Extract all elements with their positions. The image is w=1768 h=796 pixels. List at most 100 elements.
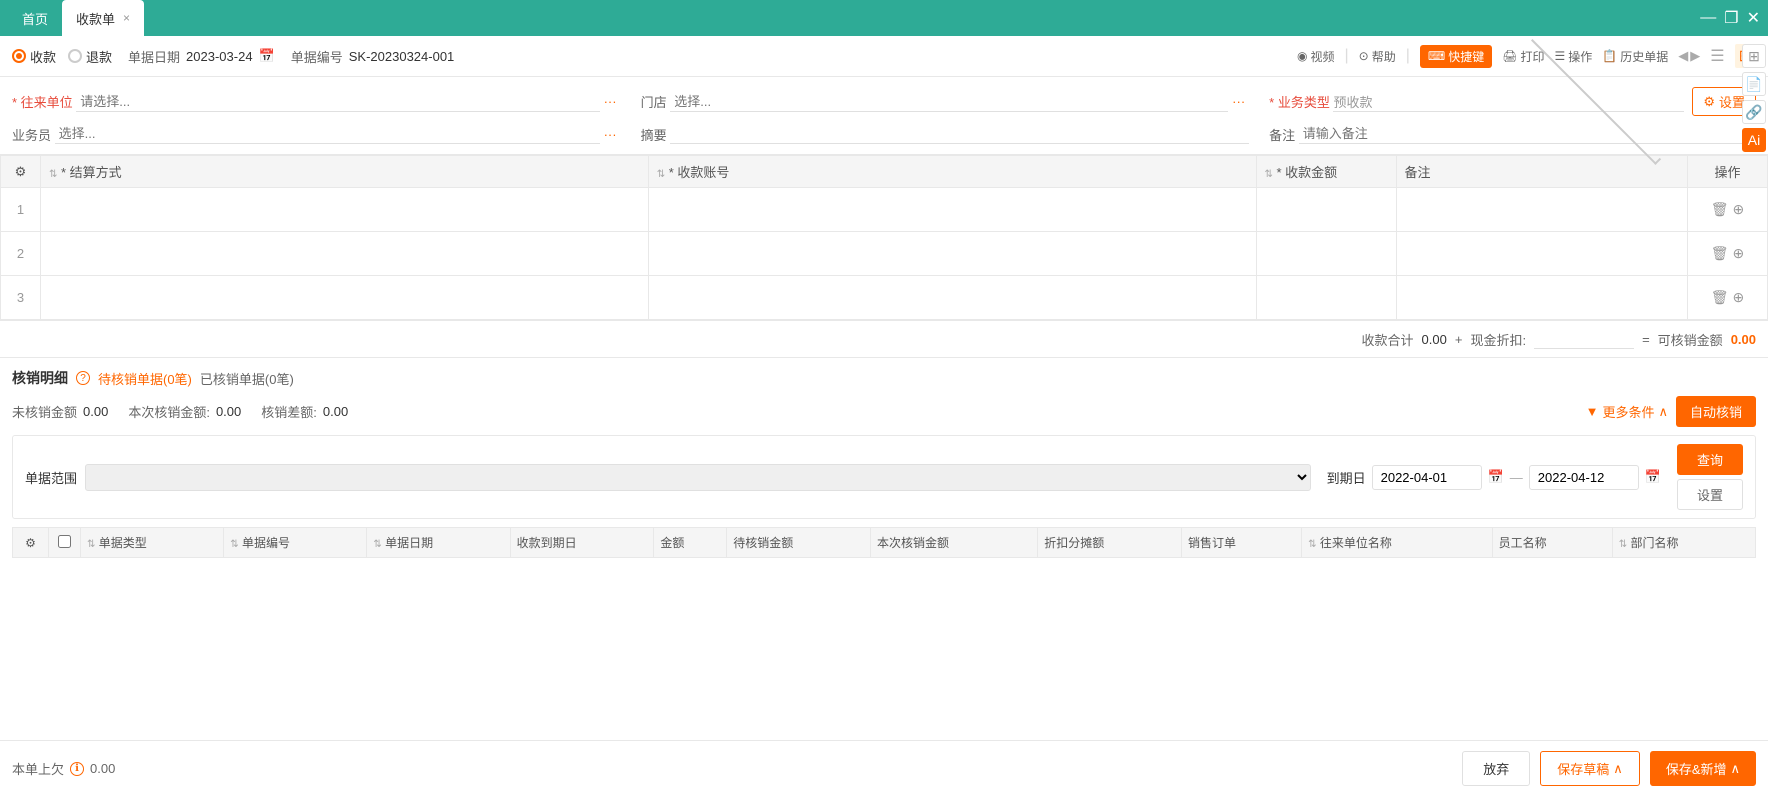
btcol-staff-label: 员工名称: [1499, 536, 1547, 550]
settings-button[interactable]: 设置: [1677, 479, 1743, 510]
partner-ellipsis-btn[interactable]: ···: [600, 94, 621, 109]
col-remarks-header: 备注: [1396, 156, 1688, 188]
footer-info-icon[interactable]: ℹ: [70, 762, 84, 776]
help-btn[interactable]: ⊙ 帮助: [1359, 48, 1396, 65]
radio-refund[interactable]: 退款: [68, 47, 112, 66]
next-arrow[interactable]: ▶: [1690, 48, 1700, 64]
form-row-2: 业务员 ··· 摘要 备注: [12, 124, 1756, 144]
operation-label: 操作: [1568, 48, 1592, 65]
biz-type-dropdown[interactable]: 预收款: [1333, 92, 1684, 112]
list-view-icon[interactable]: ☰: [1710, 46, 1724, 66]
table-area: ⚙ ⇅ * 结算方式 ⇅ * 收款账号 ⇅ * 收款金额: [0, 155, 1768, 321]
done-tab-link[interactable]: 已核销单据(0笔): [200, 369, 294, 388]
sidebar-ai-icon[interactable]: Ai: [1742, 128, 1766, 152]
summary-input[interactable]: [670, 124, 1249, 144]
history-btn[interactable]: 📋 历史单据: [1602, 48, 1668, 65]
minimize-icon[interactable]: —: [1700, 9, 1716, 27]
date-to-input[interactable]: [1529, 465, 1639, 490]
save-draft-button[interactable]: 保存草稿 ∧: [1540, 751, 1640, 786]
btcol-current-label: 本次核销金额: [877, 536, 949, 550]
reconcile-title: 核销明细: [12, 368, 68, 388]
row-1-account[interactable]: [648, 188, 1256, 232]
row-2-remarks[interactable]: [1396, 232, 1688, 276]
range-label: 单据范围: [25, 468, 77, 487]
row-2-account[interactable]: [648, 232, 1256, 276]
restore-icon[interactable]: ❐: [1724, 8, 1738, 28]
footer-actions: 放弃 保存草稿 ∧ 保存&新增 ∧: [1462, 751, 1756, 786]
btcol-setting-icon: ⚙: [25, 536, 36, 550]
row-3-account[interactable]: [648, 276, 1256, 320]
row-num-3: 3: [1, 276, 41, 320]
btcol-amount-label: 金额: [660, 536, 684, 550]
row-3-remarks[interactable]: [1396, 276, 1688, 320]
form-area: * 往来单位 ··· 门店 ··· * 业务类型 预收款 ⚙: [0, 77, 1768, 155]
store-input[interactable]: [670, 92, 1228, 112]
row-1-delete-icon[interactable]: 🗑: [1711, 201, 1729, 218]
store-ellipsis-btn[interactable]: ···: [1228, 94, 1249, 109]
sum-row: 收款合计 0.00 + 现金折扣: = 可核销金额 0.00: [0, 321, 1768, 358]
due-date-field: 到期日 📅 — 📅: [1327, 465, 1661, 490]
row-3-settlement[interactable]: [41, 276, 649, 320]
abandon-button[interactable]: 放弃: [1462, 751, 1530, 786]
row-2-amount[interactable]: [1256, 232, 1396, 276]
calendar-icon[interactable]: 📅: [259, 48, 275, 64]
sidebar-doc-icon[interactable]: 📄: [1742, 72, 1766, 96]
row-1-amount[interactable]: [1256, 188, 1396, 232]
btcol-setting-header[interactable]: ⚙: [13, 528, 49, 558]
print-btn[interactable]: 🖨 打印: [1502, 48, 1544, 65]
toolbar: 收款 退款 单据日期 2023-03-24 📅 单据编号 SK-20230324…: [0, 36, 1768, 77]
remarks-input[interactable]: [1299, 124, 1756, 144]
table-row: 3 🗑 ⊕: [1, 276, 1768, 320]
collect-total-label: 收款合计: [1362, 330, 1414, 349]
btcol-type-label: 单据类型: [99, 536, 147, 550]
video-btn[interactable]: ◉ 视频: [1297, 48, 1335, 65]
close-window-icon[interactable]: ✕: [1747, 8, 1760, 28]
col-setting-header[interactable]: ⚙: [1, 156, 41, 188]
staff-input[interactable]: [55, 124, 600, 144]
btcol-due-date-header: 收款到期日: [510, 528, 654, 558]
btcol-staff-header: 员工名称: [1492, 528, 1612, 558]
save-draft-label: 保存草稿: [1557, 759, 1609, 778]
btcol-discount-header: 折扣分摊额: [1038, 528, 1182, 558]
row-1-remarks[interactable]: [1396, 188, 1688, 232]
row-2-settlement[interactable]: [41, 232, 649, 276]
prev-arrow[interactable]: ◀: [1678, 48, 1688, 64]
tab-home[interactable]: 首页: [8, 0, 62, 36]
reconcile-info-icon[interactable]: ?: [76, 371, 90, 385]
btcol-sales-header: 销售订单: [1182, 528, 1302, 558]
close-tab-icon[interactable]: ×: [123, 11, 130, 25]
sep1: |: [1345, 47, 1349, 65]
row-num-2: 2: [1, 232, 41, 276]
setting-icon: ⚙: [1703, 94, 1715, 110]
more-conditions-btn[interactable]: ▼ 更多条件 ∧: [1586, 402, 1668, 421]
query-button[interactable]: 查询: [1677, 444, 1743, 475]
range-select[interactable]: [85, 464, 1311, 491]
sidebar-link-icon[interactable]: 🔗: [1742, 100, 1766, 124]
calendar-from-icon[interactable]: 📅: [1488, 469, 1504, 485]
shortcut-label: 快捷键: [1448, 48, 1484, 65]
footer-value: 0.00: [90, 761, 115, 776]
pending-tab-link[interactable]: 待核销单据(0笔): [98, 369, 192, 388]
date-separator: —: [1510, 470, 1523, 485]
tab-receipt[interactable]: 收款单 ×: [62, 0, 144, 36]
shortcut-btn[interactable]: ⌨ 快捷键: [1420, 45, 1492, 68]
select-all-checkbox[interactable]: [58, 535, 71, 548]
store-field: 门店 ···: [641, 92, 1250, 112]
calendar-to-icon[interactable]: 📅: [1645, 469, 1661, 485]
btcol-sales-label: 销售订单: [1188, 536, 1236, 550]
row-3-delete-icon[interactable]: 🗑: [1711, 289, 1729, 306]
date-from-input[interactable]: [1372, 465, 1482, 490]
row-1-settlement[interactable]: [41, 188, 649, 232]
btcol-current-header: 本次核销金额: [870, 528, 1037, 558]
btcol-checkbox-header[interactable]: [49, 528, 81, 558]
row-2-delete-icon[interactable]: 🗑: [1711, 245, 1729, 262]
col-amount-header: ⇅ * 收款金额: [1256, 156, 1396, 188]
row-3-amount[interactable]: [1256, 276, 1396, 320]
ai-label: Ai: [1748, 132, 1760, 148]
staff-ellipsis-btn[interactable]: ···: [600, 127, 621, 142]
due-date-label: 到期日: [1327, 468, 1366, 487]
radio-receipt[interactable]: 收款: [12, 47, 56, 66]
sidebar-table-icon[interactable]: ⊞: [1742, 44, 1766, 68]
cash-discount-input[interactable]: [1534, 329, 1634, 349]
partner-input[interactable]: [76, 92, 599, 112]
